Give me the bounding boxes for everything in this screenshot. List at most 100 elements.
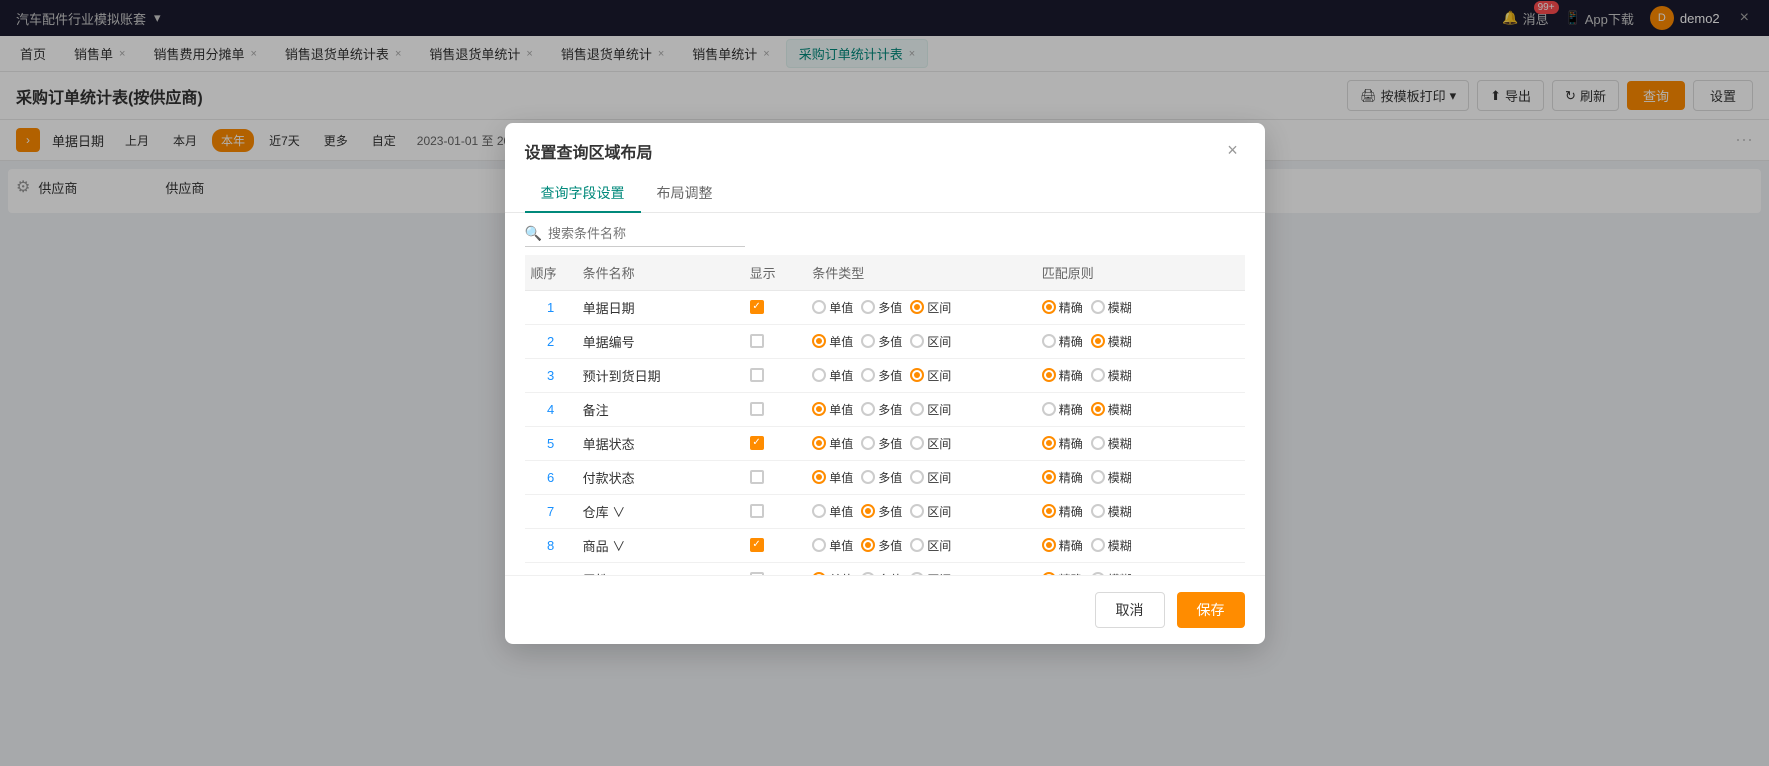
- dialog-tabs: 查询字段设置 布局调整: [505, 175, 1265, 213]
- row-type-radio-group[interactable]: 单值多值区间: [806, 528, 1036, 562]
- row-order: 6: [525, 460, 577, 494]
- row-order: 3: [525, 358, 577, 392]
- dialog-set-query: 设置查询区域布局 × 查询字段设置 布局调整 🔍 顺序: [505, 123, 1265, 644]
- row-condition-name: 付款状态: [577, 460, 744, 494]
- match-radio-模糊[interactable]: 模糊: [1091, 367, 1132, 384]
- match-radio-精确[interactable]: 精确: [1042, 401, 1083, 418]
- row-match-radio-group[interactable]: 精确模糊: [1036, 494, 1245, 528]
- row-type-radio-group[interactable]: 单值多值区间: [806, 426, 1036, 460]
- type-radio-区间[interactable]: 区间: [910, 367, 951, 384]
- row-match-radio-group[interactable]: 精确模糊: [1036, 324, 1245, 358]
- row-show-checkbox[interactable]: [744, 358, 807, 392]
- row-match-radio-group[interactable]: 精确模糊: [1036, 426, 1245, 460]
- match-radio-精确[interactable]: 精确: [1042, 299, 1083, 316]
- row-show-checkbox[interactable]: [744, 324, 807, 358]
- type-radio-区间[interactable]: 区间: [910, 333, 951, 350]
- row-condition-name: 单据状态: [577, 426, 744, 460]
- type-radio-多值[interactable]: 多值: [861, 503, 902, 520]
- match-radio-精确[interactable]: 精确: [1042, 333, 1083, 350]
- row-show-checkbox[interactable]: [744, 392, 807, 426]
- type-radio-单值[interactable]: 单值: [812, 333, 853, 350]
- row-show-checkbox[interactable]: [744, 562, 807, 575]
- save-btn[interactable]: 保存: [1177, 592, 1245, 628]
- row-match-radio-group[interactable]: 精确模糊: [1036, 290, 1245, 324]
- row-show-checkbox[interactable]: [744, 528, 807, 562]
- type-radio-多值[interactable]: 多值: [861, 537, 902, 554]
- dialog-title: 设置查询区域布局: [525, 139, 653, 163]
- row-order: 2: [525, 324, 577, 358]
- row-match-radio-group[interactable]: 精确模糊: [1036, 528, 1245, 562]
- row-type-radio-group[interactable]: 单值多值区间: [806, 562, 1036, 575]
- row-order: 5: [525, 426, 577, 460]
- type-radio-多值[interactable]: 多值: [861, 299, 902, 316]
- row-type-radio-group[interactable]: 单值多值区间: [806, 324, 1036, 358]
- type-radio-单值[interactable]: 单值: [812, 299, 853, 316]
- match-radio-模糊[interactable]: 模糊: [1091, 469, 1132, 486]
- match-radio-精确[interactable]: 精确: [1042, 367, 1083, 384]
- match-radio-模糊[interactable]: 模糊: [1091, 435, 1132, 452]
- match-radio-精确[interactable]: 精确: [1042, 503, 1083, 520]
- search-icon: 🔍: [525, 225, 542, 242]
- row-type-radio-group[interactable]: 单值多值区间: [806, 290, 1036, 324]
- table-row: 7仓库 ∨单值多值区间精确模糊: [525, 494, 1245, 528]
- conditions-table: 顺序 条件名称 显示 条件类型 匹配原则 1单据日期单值多值区间精确模糊2单据编…: [505, 255, 1265, 575]
- table-header-row: 顺序 条件名称 显示 条件类型 匹配原则: [525, 255, 1245, 291]
- type-radio-多值[interactable]: 多值: [861, 401, 902, 418]
- match-radio-模糊[interactable]: 模糊: [1091, 503, 1132, 520]
- row-show-checkbox[interactable]: [744, 494, 807, 528]
- type-radio-单值[interactable]: 单值: [812, 469, 853, 486]
- table-row: 1单据日期单值多值区间精确模糊: [525, 290, 1245, 324]
- dialog-footer: 取消 保存: [505, 575, 1265, 644]
- type-radio-单值[interactable]: 单值: [812, 435, 853, 452]
- row-type-radio-group[interactable]: 单值多值区间: [806, 460, 1036, 494]
- cancel-btn[interactable]: 取消: [1095, 592, 1165, 628]
- table-row: 9属性 ∨单值多值区间精确模糊: [525, 562, 1245, 575]
- row-match-radio-group[interactable]: 精确模糊: [1036, 358, 1245, 392]
- match-radio-精确[interactable]: 精确: [1042, 469, 1083, 486]
- type-radio-多值[interactable]: 多值: [861, 333, 902, 350]
- type-radio-多值[interactable]: 多值: [861, 367, 902, 384]
- col-header-type: 条件类型: [806, 255, 1036, 291]
- search-input[interactable]: [548, 226, 728, 241]
- dialog-tab-query-fields[interactable]: 查询字段设置: [525, 175, 641, 213]
- type-radio-区间[interactable]: 区间: [910, 435, 951, 452]
- match-radio-模糊[interactable]: 模糊: [1091, 333, 1132, 350]
- row-condition-name: 仓库 ∨: [577, 494, 744, 528]
- row-type-radio-group[interactable]: 单值多值区间: [806, 358, 1036, 392]
- match-radio-模糊[interactable]: 模糊: [1091, 401, 1132, 418]
- type-radio-多值[interactable]: 多值: [861, 435, 902, 452]
- row-match-radio-group[interactable]: 精确模糊: [1036, 392, 1245, 426]
- type-radio-多值[interactable]: 多值: [861, 469, 902, 486]
- type-radio-区间[interactable]: 区间: [910, 503, 951, 520]
- row-order: 1: [525, 290, 577, 324]
- row-match-radio-group[interactable]: 精确模糊: [1036, 460, 1245, 494]
- type-radio-区间[interactable]: 区间: [910, 401, 951, 418]
- row-show-checkbox[interactable]: [744, 290, 807, 324]
- row-condition-name: 备注: [577, 392, 744, 426]
- type-radio-区间[interactable]: 区间: [910, 299, 951, 316]
- type-radio-区间[interactable]: 区间: [910, 537, 951, 554]
- match-radio-模糊[interactable]: 模糊: [1091, 537, 1132, 554]
- table-row: 3预计到货日期单值多值区间精确模糊: [525, 358, 1245, 392]
- row-condition-name: 属性 ∨: [577, 562, 744, 575]
- type-radio-单值[interactable]: 单值: [812, 503, 853, 520]
- type-radio-单值[interactable]: 单值: [812, 367, 853, 384]
- col-header-order: 顺序: [525, 255, 577, 291]
- row-match-radio-group[interactable]: 精确模糊: [1036, 562, 1245, 575]
- row-show-checkbox[interactable]: [744, 460, 807, 494]
- table-row: 5单据状态单值多值区间精确模糊: [525, 426, 1245, 460]
- dialog-tab-layout[interactable]: 布局调整: [641, 175, 729, 213]
- type-radio-区间[interactable]: 区间: [910, 469, 951, 486]
- dialog-close-btn[interactable]: ×: [1221, 139, 1245, 163]
- row-type-radio-group[interactable]: 单值多值区间: [806, 392, 1036, 426]
- row-show-checkbox[interactable]: [744, 426, 807, 460]
- type-radio-单值[interactable]: 单值: [812, 537, 853, 554]
- row-order: 7: [525, 494, 577, 528]
- match-radio-模糊[interactable]: 模糊: [1091, 299, 1132, 316]
- type-radio-单值[interactable]: 单值: [812, 401, 853, 418]
- match-radio-精确[interactable]: 精确: [1042, 435, 1083, 452]
- col-header-match: 匹配原则: [1036, 255, 1245, 291]
- row-type-radio-group[interactable]: 单值多值区间: [806, 494, 1036, 528]
- match-radio-精确[interactable]: 精确: [1042, 537, 1083, 554]
- search-input-wrap: 🔍: [525, 225, 745, 247]
